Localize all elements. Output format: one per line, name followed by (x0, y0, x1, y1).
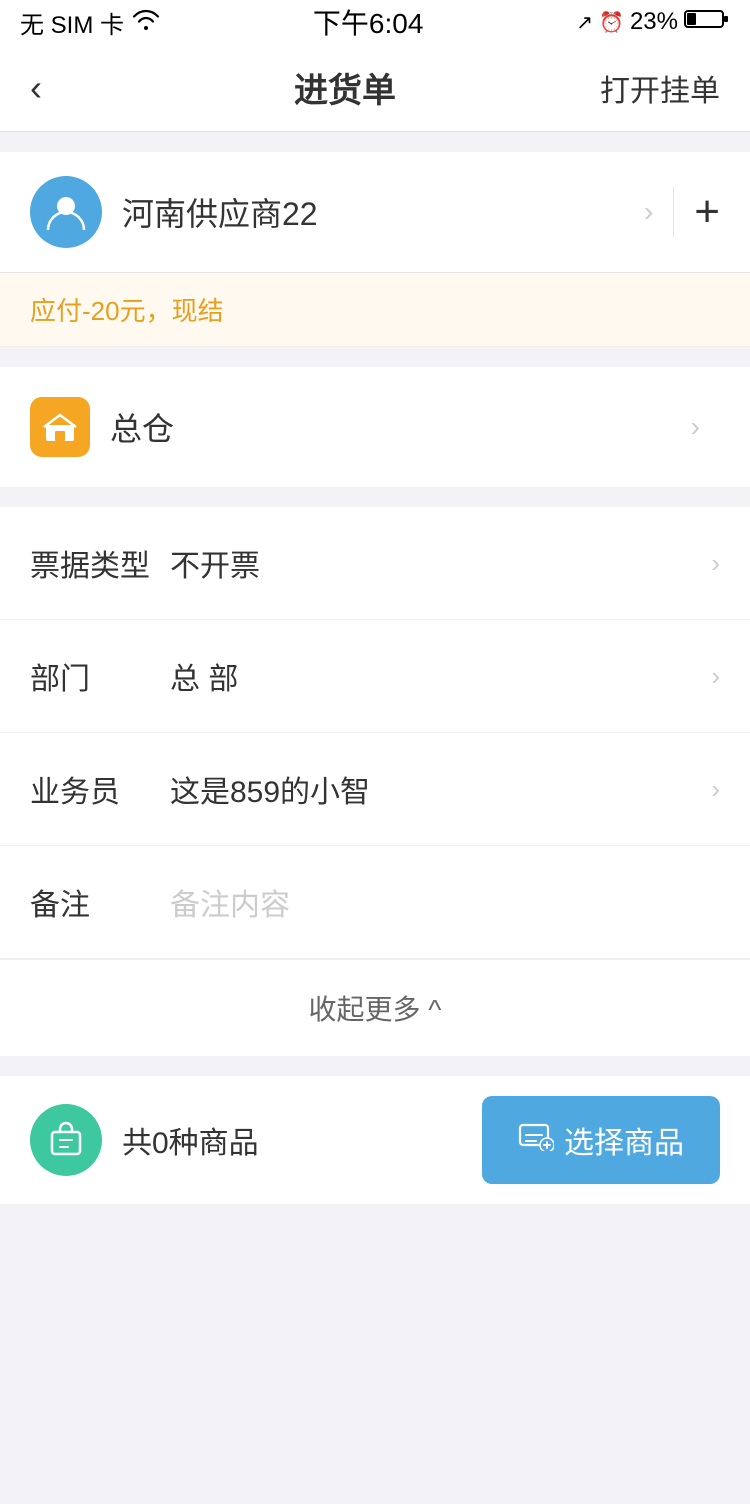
section-gap-2 (0, 347, 750, 367)
notice-bar: 应付-20元，现结 (0, 273, 750, 347)
form-card: 票据类型 不开票 › 部门 总 部 › 业务员 这是859的小智 › 备注 备注… (0, 507, 750, 1056)
location-icon: ↗ (576, 10, 593, 35)
department-value: 总 部 (170, 654, 701, 698)
warehouse-chevron-icon: › (691, 411, 700, 443)
page-title: 进货单 (294, 63, 396, 112)
invoice-type-label: 票据类型 (30, 541, 170, 585)
product-count: 共0种商品 (122, 1118, 482, 1162)
status-time: 下午6:04 (313, 2, 424, 42)
collapse-label: 收起更多 ^ (309, 988, 442, 1028)
warehouse-name: 总仓 (110, 404, 691, 450)
notice-text: 应付-20元，现结 (30, 296, 224, 326)
supplier-card: 河南供应商22 › + 应付-20元，现结 (0, 152, 750, 347)
nav-bar: ‹ 进货单 打开挂单 (0, 44, 750, 132)
battery-icon (684, 7, 730, 38)
carrier-text: 无 SIM 卡 (20, 5, 124, 40)
supplier-avatar (30, 176, 102, 248)
select-product-label: 选择商品 (564, 1118, 684, 1162)
invoice-type-row[interactable]: 票据类型 不开票 › (0, 507, 750, 620)
section-gap-1 (0, 132, 750, 152)
add-supplier-button[interactable]: + (694, 190, 720, 234)
product-icon-wrap (30, 1104, 102, 1176)
select-product-icon (518, 1121, 554, 1159)
remark-row[interactable]: 备注 备注内容 (0, 846, 750, 959)
salesperson-chevron-icon: › (711, 774, 720, 805)
back-button[interactable]: ‹ (30, 67, 90, 109)
supplier-chevron-icon: › (644, 196, 653, 228)
invoice-type-value: 不开票 (170, 541, 701, 585)
department-label: 部门 (30, 654, 170, 698)
salesperson-label: 业务员 (30, 767, 170, 811)
status-right: ↗ ⏰ 23% (576, 7, 730, 38)
battery-text: 23% (630, 8, 678, 36)
remark-label: 备注 (30, 880, 170, 924)
department-chevron-icon: › (711, 661, 720, 692)
wifi-icon (132, 8, 160, 37)
page-body (0, 1204, 750, 1504)
section-gap-3 (0, 487, 750, 507)
select-product-button[interactable]: 选择商品 (482, 1096, 720, 1184)
section-gap-4 (0, 1056, 750, 1076)
remark-value[interactable]: 备注内容 (170, 880, 720, 924)
warehouse-card: 总仓 › (0, 367, 750, 487)
open-pending-button[interactable]: 打开挂单 (600, 66, 720, 110)
salesperson-value: 这是859的小智 (170, 767, 701, 811)
collapse-bar[interactable]: 收起更多 ^ (0, 959, 750, 1056)
warehouse-row[interactable]: 总仓 › (0, 367, 750, 487)
supplier-name: 河南供应商22 (122, 189, 644, 235)
status-bar: 无 SIM 卡 下午6:04 ↗ ⏰ 23% (0, 0, 750, 44)
status-left: 无 SIM 卡 (20, 5, 160, 40)
alarm-icon: ⏰ (599, 10, 624, 35)
warehouse-icon-wrap (30, 397, 90, 457)
bottom-bar: 共0种商品 选择商品 (0, 1076, 750, 1204)
supplier-row[interactable]: 河南供应商22 › + (0, 152, 750, 273)
invoice-type-chevron-icon: › (711, 548, 720, 579)
divider (673, 187, 674, 237)
department-row[interactable]: 部门 总 部 › (0, 620, 750, 733)
salesperson-row[interactable]: 业务员 这是859的小智 › (0, 733, 750, 846)
